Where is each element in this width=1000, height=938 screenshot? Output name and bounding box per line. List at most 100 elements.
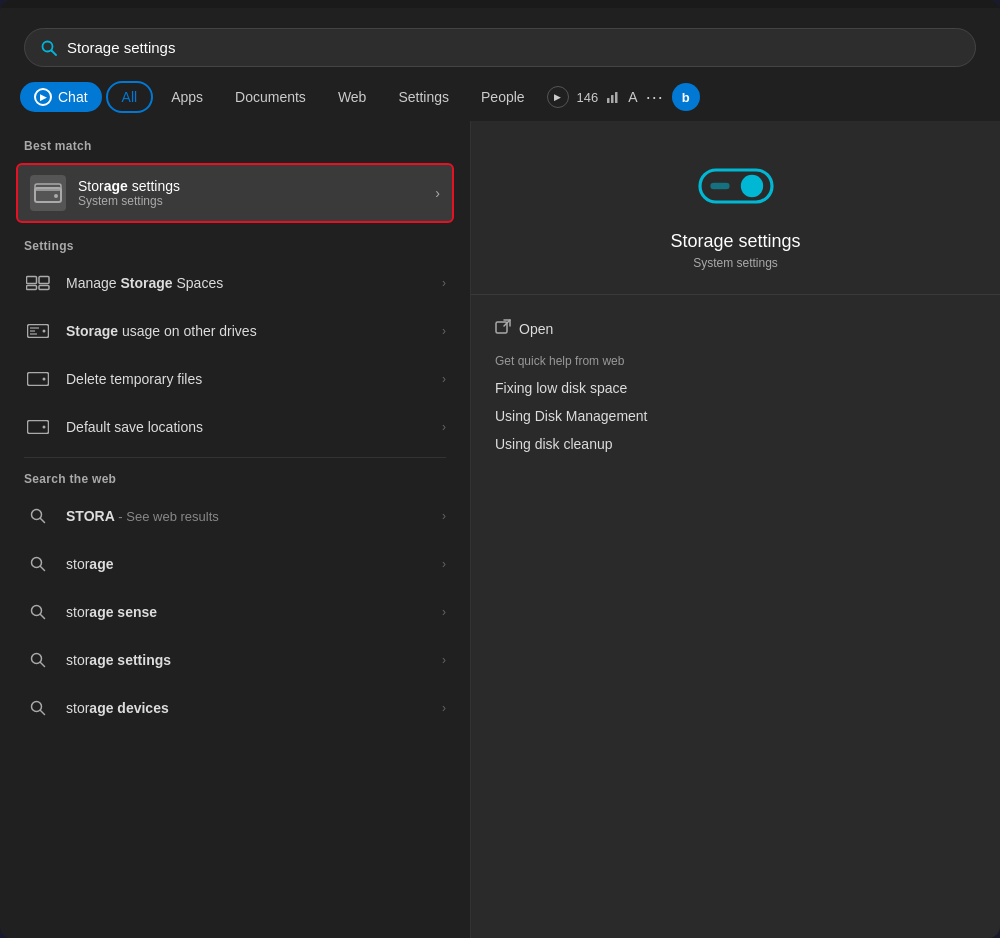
- title-bar: [0, 0, 1000, 8]
- best-match-text: Storage settings System settings: [78, 178, 435, 208]
- best-match-icon: [30, 175, 66, 211]
- right-panel-header: Storage settings System settings: [471, 121, 1000, 295]
- web-search-icon-stora: [24, 502, 52, 530]
- settings-item-manage-storage-spaces[interactable]: Manage Storage Spaces ›: [0, 259, 470, 307]
- svg-rect-2: [607, 98, 610, 103]
- tab-people[interactable]: People: [467, 83, 539, 111]
- svg-rect-11: [39, 286, 49, 290]
- svg-line-1: [52, 50, 57, 55]
- tab-settings[interactable]: Settings: [384, 83, 463, 111]
- play-button[interactable]: ▶: [547, 86, 569, 108]
- search-icon: [41, 40, 57, 56]
- quick-help-label: Get quick help from web: [495, 346, 976, 374]
- settings-item-arrow: ›: [442, 276, 446, 290]
- web-search-arrow-2: ›: [442, 557, 446, 571]
- divider-1: [24, 457, 446, 458]
- search-web-label: Search the web: [0, 464, 470, 492]
- storage-settings-icon: [696, 161, 776, 215]
- search-window: Storage settings ▶ Chat All Apps Documen…: [0, 0, 1000, 938]
- open-button[interactable]: Open: [495, 311, 976, 346]
- settings-item-storage-usage-text: Storage usage on other drives: [66, 323, 442, 339]
- svg-point-13: [43, 330, 46, 333]
- chat-icon: ▶: [34, 88, 52, 106]
- svg-line-24: [41, 567, 45, 571]
- best-match-title: Storage settings: [78, 178, 435, 194]
- svg-rect-10: [39, 277, 49, 284]
- right-panel: Storage settings System settings Open Ge…: [470, 121, 1000, 938]
- tab-chat[interactable]: ▶ Chat: [20, 82, 102, 112]
- svg-line-22: [41, 519, 45, 523]
- font-size-button[interactable]: A: [628, 89, 637, 105]
- svg-rect-8: [27, 277, 37, 284]
- web-search-item-storage-settings[interactable]: storage settings ›: [0, 636, 470, 684]
- tabs-row: ▶ Chat All Apps Documents Web Settings P…: [0, 77, 1000, 121]
- best-match-arrow: ›: [435, 185, 440, 201]
- open-icon: [495, 319, 511, 338]
- search-container: Storage settings: [0, 8, 1000, 77]
- tab-apps[interactable]: Apps: [157, 83, 217, 111]
- best-match-subtitle: System settings: [78, 194, 435, 208]
- web-search-icon-storage-sense: [24, 598, 52, 626]
- web-search-icon-storage: [24, 550, 52, 578]
- svg-line-28: [41, 663, 45, 667]
- web-search-icon-storage-devices: [24, 694, 52, 722]
- left-panel: Best match Storage settings System setti…: [0, 121, 470, 938]
- more-options-button[interactable]: ···: [646, 87, 664, 108]
- settings-item-delete-temp-files[interactable]: Delete temporary files ›: [0, 355, 470, 403]
- svg-line-26: [41, 615, 45, 619]
- settings-item-arrow-2: ›: [442, 324, 446, 338]
- svg-rect-33: [710, 183, 729, 189]
- open-label: Open: [519, 321, 553, 337]
- web-search-storage-settings-text: storage settings: [66, 652, 442, 668]
- web-search-item-storage-sense[interactable]: storage sense ›: [0, 588, 470, 636]
- svg-line-30: [41, 711, 45, 715]
- signal-icon: [606, 90, 620, 104]
- svg-rect-9: [27, 286, 37, 290]
- settings-section-label: Settings: [0, 231, 470, 259]
- svg-point-18: [43, 378, 46, 381]
- storage-usage-icon: [24, 317, 52, 345]
- settings-item-arrow-4: ›: [442, 420, 446, 434]
- badge-count: 146: [577, 90, 599, 105]
- right-panel-actions: Open Get quick help from web Fixing low …: [471, 295, 1000, 474]
- settings-item-storage-usage-other-drives[interactable]: Storage usage on other drives ›: [0, 307, 470, 355]
- tab-all[interactable]: All: [106, 81, 154, 113]
- settings-item-delete-temp-text: Delete temporary files: [66, 371, 442, 387]
- tabs-extra: ▶ 146 A ··· b: [547, 83, 700, 111]
- best-match-item[interactable]: Storage settings System settings ›: [16, 163, 454, 223]
- default-save-icon: [24, 413, 52, 441]
- settings-item-arrow-3: ›: [442, 372, 446, 386]
- search-box[interactable]: Storage settings: [24, 28, 976, 67]
- web-search-storage-devices-text: storage devices: [66, 700, 442, 716]
- web-search-arrow-5: ›: [442, 701, 446, 715]
- web-search-stora-text: STORA - See web results: [66, 508, 442, 524]
- manage-storage-spaces-icon: [24, 269, 52, 297]
- tab-documents[interactable]: Documents: [221, 83, 320, 111]
- svg-point-20: [43, 426, 46, 429]
- best-match-label: Best match: [0, 131, 470, 159]
- help-link-using-disk-mgmt[interactable]: Using Disk Management: [495, 402, 976, 430]
- delete-temp-icon: [24, 365, 52, 393]
- bing-button[interactable]: b: [672, 83, 700, 111]
- web-search-storage-text: storage: [66, 556, 442, 572]
- web-search-arrow-1: ›: [442, 509, 446, 523]
- right-panel-title: Storage settings: [670, 231, 800, 252]
- tab-web[interactable]: Web: [324, 83, 381, 111]
- search-input[interactable]: Storage settings: [67, 39, 959, 56]
- web-search-item-stora[interactable]: STORA - See web results ›: [0, 492, 470, 540]
- svg-point-32: [740, 175, 762, 197]
- web-search-item-storage[interactable]: storage ›: [0, 540, 470, 588]
- settings-item-default-save-locations[interactable]: Default save locations ›: [0, 403, 470, 451]
- settings-item-default-save-text: Default save locations: [66, 419, 442, 435]
- svg-rect-4: [615, 92, 618, 103]
- settings-section: Settings Manage Storage Spaces ›: [0, 231, 470, 451]
- web-search-arrow-3: ›: [442, 605, 446, 619]
- svg-point-7: [54, 194, 58, 198]
- svg-rect-3: [611, 95, 614, 103]
- settings-item-manage-storage-spaces-text: Manage Storage Spaces: [66, 275, 442, 291]
- web-search-item-storage-devices[interactable]: storage devices ›: [0, 684, 470, 732]
- help-link-using-disk-cleanup[interactable]: Using disk cleanup: [495, 430, 976, 458]
- main-content: Best match Storage settings System setti…: [0, 121, 1000, 938]
- help-link-fixing-low-disk[interactable]: Fixing low disk space: [495, 374, 976, 402]
- web-search-storage-sense-text: storage sense: [66, 604, 442, 620]
